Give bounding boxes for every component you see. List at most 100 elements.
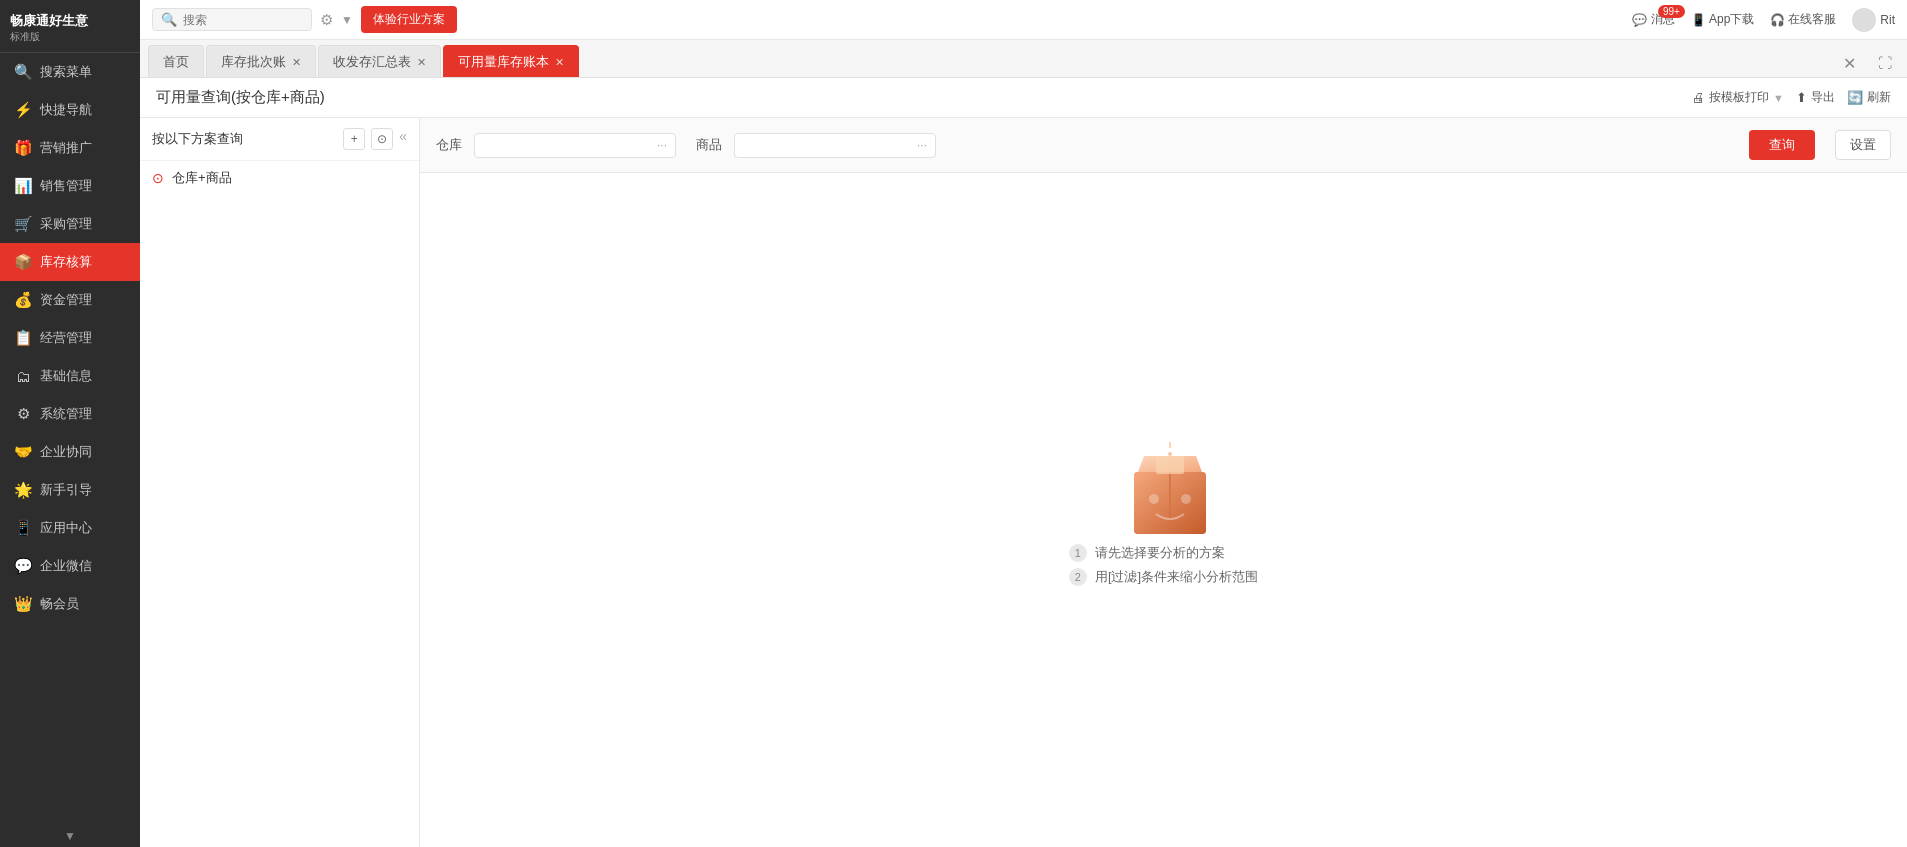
sidebar-item-finance[interactable]: 💰 资金管理 xyxy=(0,281,140,319)
empty-illustration xyxy=(1114,434,1214,534)
operations-icon: 📋 xyxy=(14,329,32,347)
filter-panel-header: 按以下方案查询 + ⊙ « xyxy=(140,118,419,161)
message-icon: 💬 xyxy=(1632,13,1647,27)
refresh-action[interactable]: 🔄 刷新 xyxy=(1847,89,1891,106)
refresh-icon: 🔄 xyxy=(1847,90,1863,105)
sidebar-item-purchase[interactable]: 🛒 采购管理 xyxy=(0,205,140,243)
sidebar-scroll-down[interactable]: ▼ xyxy=(0,825,140,847)
inventory-icon: 📦 xyxy=(14,253,32,271)
export-label: 导出 xyxy=(1811,89,1835,106)
empty-box-svg xyxy=(1114,434,1224,544)
user-area[interactable]: Rit xyxy=(1852,8,1895,32)
sales-icon: 📊 xyxy=(14,177,32,195)
sidebar-item-label: 基础信息 xyxy=(40,367,92,385)
sidebar-item-sales[interactable]: 📊 销售管理 xyxy=(0,167,140,205)
svg-rect-3 xyxy=(1156,456,1184,474)
sidebar-item-quick-nav[interactable]: ⚡ 快捷导航 xyxy=(0,91,140,129)
empty-hints: 1 请先选择要分析的方案 2 用[过滤]条件来缩小分析范围 xyxy=(1069,544,1258,586)
sidebar-item-new-guide[interactable]: 🌟 新手引导 xyxy=(0,471,140,509)
hint-text-1: 请先选择要分析的方案 xyxy=(1095,544,1225,562)
hint-num-2: 2 xyxy=(1069,568,1087,586)
tab-home-label: 首页 xyxy=(163,53,189,71)
app-center-icon: 📱 xyxy=(14,519,32,537)
goods-label: 商品 xyxy=(696,136,726,154)
warehouse-input[interactable]: ··· xyxy=(474,133,676,158)
sidebar-item-label: 销售管理 xyxy=(40,177,92,195)
query-button[interactable]: 查询 xyxy=(1749,130,1815,160)
goods-more-icon[interactable]: ··· xyxy=(917,138,927,152)
settings-gear-icon[interactable]: ⚙ xyxy=(320,11,333,29)
manage-filter-btn[interactable]: ⊙ xyxy=(371,128,393,150)
online-service-btn[interactable]: 🎧 在线客服 xyxy=(1770,11,1836,28)
sidebar-item-label: 系统管理 xyxy=(40,405,92,423)
tab-collect-summary-label: 收发存汇总表 xyxy=(333,53,411,71)
sidebar-item-operations[interactable]: 📋 经营管理 xyxy=(0,319,140,357)
app-logo: 畅康通好生意 标准版 xyxy=(0,0,140,53)
settings-button[interactable]: 设置 xyxy=(1835,130,1891,160)
wechat-icon: 💬 xyxy=(14,557,32,575)
sidebar-item-label: 快捷导航 xyxy=(40,101,92,119)
marketing-icon: 🎁 xyxy=(14,139,32,157)
query-form: 仓库 ··· 商品 ··· 查询 设置 xyxy=(420,118,1907,173)
sidebar-item-member[interactable]: 👑 畅会员 xyxy=(0,585,140,623)
print-action[interactable]: 🖨 按模板打印 ▼ xyxy=(1692,89,1784,106)
sidebar-item-label: 采购管理 xyxy=(40,215,92,233)
sidebar-item-system[interactable]: ⚙ 系统管理 xyxy=(0,395,140,433)
add-filter-btn[interactable]: + xyxy=(343,128,365,150)
sidebar-item-search[interactable]: 🔍 搜索菜单 xyxy=(0,53,140,91)
filter-item-warehouse-goods[interactable]: ⊙ 仓库+商品 xyxy=(140,161,419,195)
message-btn[interactable]: 💬 消息 99+ xyxy=(1632,11,1675,28)
tab-available-ledger-label: 可用量库存账本 xyxy=(458,53,549,71)
sidebar-item-inventory[interactable]: 📦 库存核算 xyxy=(0,243,140,281)
sidebar-item-marketing[interactable]: 🎁 营销推广 xyxy=(0,129,140,167)
search-input[interactable] xyxy=(183,13,283,27)
sidebar-item-base-info[interactable]: 🗂 基础信息 xyxy=(0,357,140,395)
app-download-btn[interactable]: 📱 App下载 xyxy=(1691,11,1754,28)
topbar: 🔍 ⚙ ▼ 体验行业方案 💬 消息 99+ 📱 App下载 🎧 在线客服 Rit xyxy=(140,0,1907,40)
username-label: Rit xyxy=(1880,13,1895,27)
hint-num-1: 1 xyxy=(1069,544,1087,562)
warehouse-more-icon[interactable]: ··· xyxy=(657,138,667,152)
sidebar-item-wechat[interactable]: 💬 企业微信 xyxy=(0,547,140,585)
print-dropdown-icon[interactable]: ▼ xyxy=(1773,92,1784,104)
tab-home[interactable]: 首页 xyxy=(148,45,204,77)
sidebar-item-label: 搜索菜单 xyxy=(40,63,92,81)
tab-available-ledger[interactable]: 可用量库存账本 ✕ xyxy=(443,45,579,77)
sidebar-item-app-center[interactable]: 📱 应用中心 xyxy=(0,509,140,547)
query-area: 仓库 ··· 商品 ··· 查询 设置 xyxy=(420,118,1907,847)
goods-input[interactable]: ··· xyxy=(734,133,936,158)
dropdown-icon[interactable]: ▼ xyxy=(341,13,353,27)
new-guide-icon: 🌟 xyxy=(14,481,32,499)
online-service-label: 在线客服 xyxy=(1788,11,1836,28)
sidebar-item-label: 库存核算 xyxy=(40,253,92,271)
finance-icon: 💰 xyxy=(14,291,32,309)
scroll-down-icon: ▼ xyxy=(64,829,76,843)
tab-batch-account-close[interactable]: ✕ xyxy=(292,56,301,69)
warehouse-text-input[interactable] xyxy=(483,138,651,153)
avatar xyxy=(1852,8,1876,32)
topbar-search-box[interactable]: 🔍 xyxy=(152,8,312,31)
sidebar-item-label: 畅会员 xyxy=(40,595,79,613)
cooperation-icon: 🤝 xyxy=(14,443,32,461)
tab-collect-summary[interactable]: 收发存汇总表 ✕ xyxy=(318,45,441,77)
export-action[interactable]: ⬆ 导出 xyxy=(1796,89,1835,106)
tab-batch-account[interactable]: 库存批次账 ✕ xyxy=(206,45,316,77)
tab-collect-summary-close[interactable]: ✕ xyxy=(417,56,426,69)
sidebar: 畅康通好生意 标准版 🔍 搜索菜单 ⚡ 快捷导航 🎁 营销推广 📊 销售管理 🛒… xyxy=(0,0,140,847)
collapse-panel-btn[interactable]: « xyxy=(399,128,407,150)
tab-available-ledger-close[interactable]: ✕ xyxy=(555,56,564,69)
goods-text-input[interactable] xyxy=(743,138,911,153)
sidebar-item-label: 应用中心 xyxy=(40,519,92,537)
sidebar-item-cooperation[interactable]: 🤝 企业协同 xyxy=(0,433,140,471)
tab-batch-account-label: 库存批次账 xyxy=(221,53,286,71)
quick-nav-icon: ⚡ xyxy=(14,101,32,119)
filter-item-icon: ⊙ xyxy=(152,170,164,186)
industry-btn[interactable]: 体验行业方案 xyxy=(361,6,457,33)
service-icon: 🎧 xyxy=(1770,13,1785,27)
window-expand-btn[interactable]: ⛶ xyxy=(1871,49,1899,77)
window-close-btn[interactable]: ✕ xyxy=(1835,49,1863,77)
app-name: 畅康通好生意 xyxy=(10,12,130,30)
tabs-window-controls: ✕ ⛶ xyxy=(1835,49,1899,77)
main-area: 🔍 ⚙ ▼ 体验行业方案 💬 消息 99+ 📱 App下载 🎧 在线客服 Rit xyxy=(140,0,1907,847)
filter-panel-actions: + ⊙ « xyxy=(343,128,407,150)
